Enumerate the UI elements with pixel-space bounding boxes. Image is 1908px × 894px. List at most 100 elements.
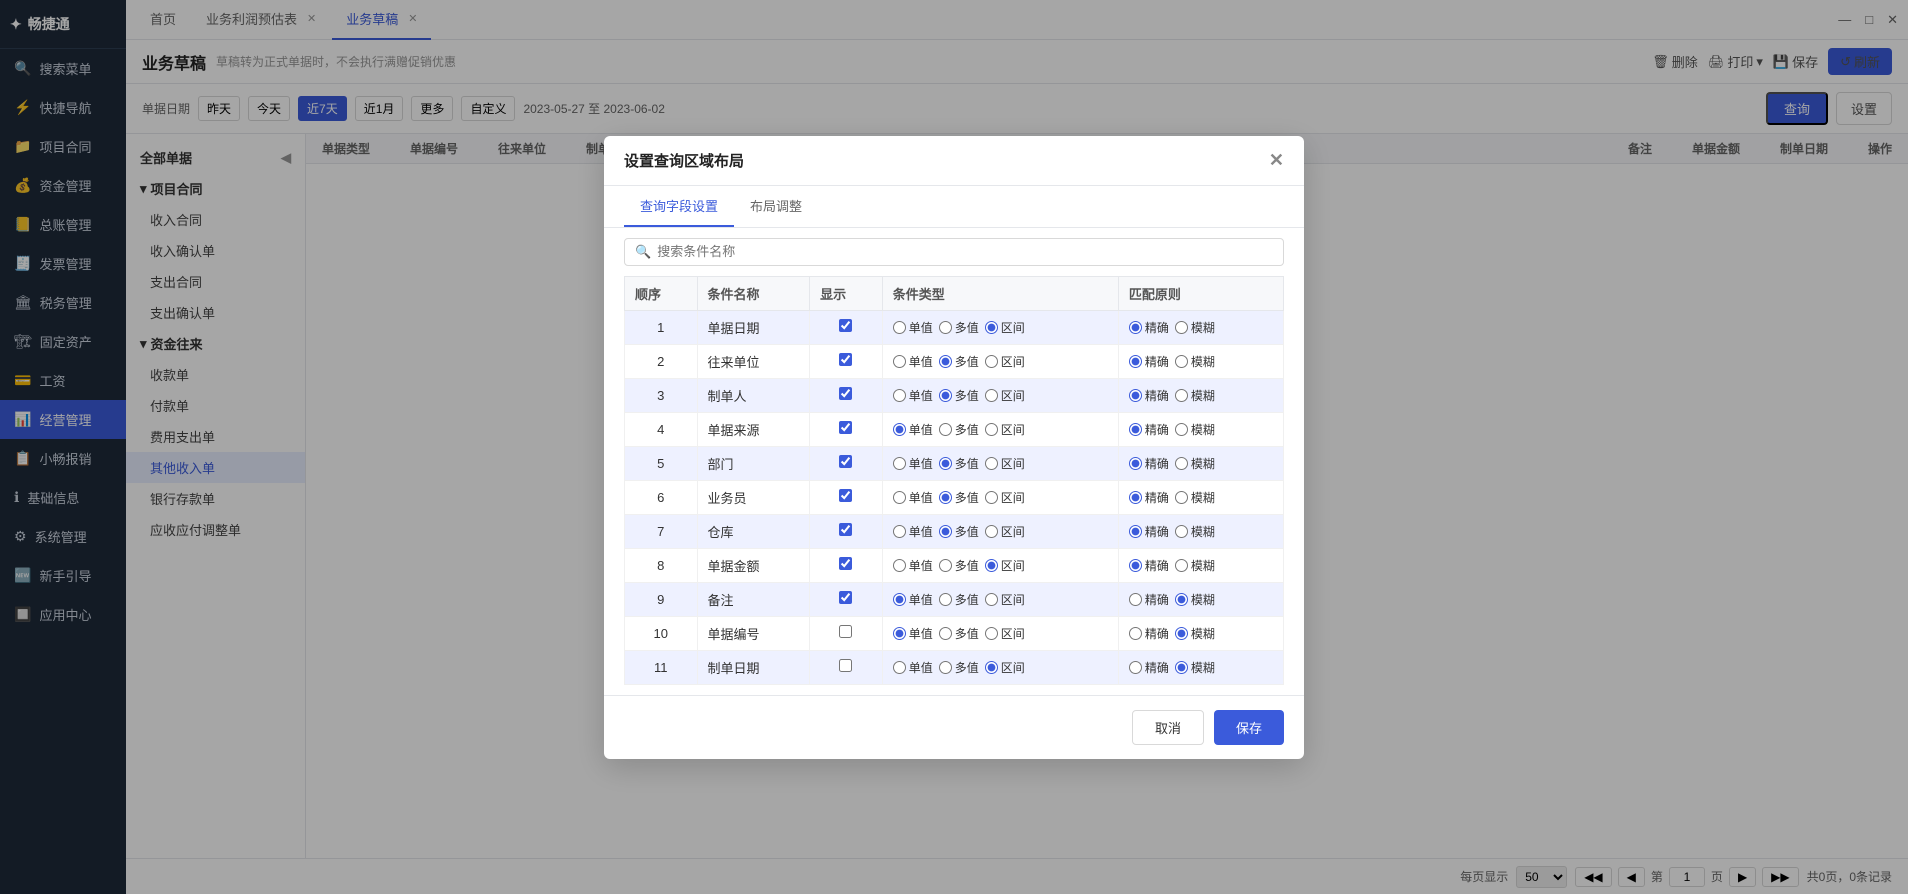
type-radio-multi[interactable]: 多值 [939,455,979,472]
type-radio-input-single[interactable] [893,355,906,368]
type-radio-multi[interactable]: 多值 [939,353,979,370]
match-radio-input-precise[interactable] [1129,423,1142,436]
type-radio-input-multi[interactable] [939,525,952,538]
match-radio-precise[interactable]: 精确 [1129,387,1169,404]
type-radio-multi[interactable]: 多值 [939,557,979,574]
type-radio-range[interactable]: 区间 [985,319,1025,336]
type-radio-single[interactable]: 单值 [893,489,933,506]
show-checkbox[interactable] [839,557,852,570]
type-radio-input-single[interactable] [893,423,906,436]
type-radio-range[interactable]: 区间 [985,489,1025,506]
match-radio-precise[interactable]: 精确 [1129,319,1169,336]
show-checkbox[interactable] [839,659,852,672]
type-radio-single[interactable]: 单值 [893,557,933,574]
type-radio-multi[interactable]: 多值 [939,659,979,676]
match-radio-input-precise[interactable] [1129,559,1142,572]
type-radio-multi[interactable]: 多值 [939,625,979,642]
match-radio-input-fuzzy[interactable] [1175,423,1188,436]
match-radio-fuzzy[interactable]: 模糊 [1175,659,1215,676]
type-radio-range[interactable]: 区间 [985,625,1025,642]
type-radio-range[interactable]: 区间 [985,421,1025,438]
match-radio-fuzzy[interactable]: 模糊 [1175,625,1215,642]
dialog-tab-query-fields[interactable]: 查询字段设置 [624,186,734,227]
type-radio-single[interactable]: 单值 [893,659,933,676]
match-radio-input-fuzzy[interactable] [1175,559,1188,572]
type-radio-input-single[interactable] [893,661,906,674]
type-radio-input-single[interactable] [893,593,906,606]
type-radio-input-multi[interactable] [939,423,952,436]
match-radio-input-precise[interactable] [1129,321,1142,334]
type-radio-input-range[interactable] [985,355,998,368]
match-radio-input-fuzzy[interactable] [1175,355,1188,368]
show-checkbox[interactable] [839,523,852,536]
match-radio-input-fuzzy[interactable] [1175,627,1188,640]
match-radio-input-precise[interactable] [1129,389,1142,402]
match-radio-fuzzy[interactable]: 模糊 [1175,421,1215,438]
type-radio-input-range[interactable] [985,423,998,436]
type-radio-range[interactable]: 区间 [985,353,1025,370]
type-radio-input-single[interactable] [893,321,906,334]
type-radio-input-range[interactable] [985,389,998,402]
type-radio-input-single[interactable] [893,525,906,538]
match-radio-input-fuzzy[interactable] [1175,321,1188,334]
type-radio-single[interactable]: 单值 [893,625,933,642]
type-radio-single[interactable]: 单值 [893,319,933,336]
condition-search-input[interactable] [657,244,1273,259]
type-radio-input-multi[interactable] [939,627,952,640]
match-radio-input-fuzzy[interactable] [1175,525,1188,538]
match-radio-fuzzy[interactable]: 模糊 [1175,557,1215,574]
match-radio-fuzzy[interactable]: 模糊 [1175,319,1215,336]
show-checkbox[interactable] [839,625,852,638]
type-radio-range[interactable]: 区间 [985,557,1025,574]
show-checkbox[interactable] [839,421,852,434]
type-radio-single[interactable]: 单值 [893,387,933,404]
type-radio-input-multi[interactable] [939,491,952,504]
type-radio-input-multi[interactable] [939,593,952,606]
match-radio-input-precise[interactable] [1129,491,1142,504]
match-radio-input-fuzzy[interactable] [1175,457,1188,470]
show-checkbox[interactable] [839,319,852,332]
type-radio-multi[interactable]: 多值 [939,387,979,404]
match-radio-input-fuzzy[interactable] [1175,661,1188,674]
type-radio-input-range[interactable] [985,559,998,572]
type-radio-single[interactable]: 单值 [893,353,933,370]
type-radio-input-multi[interactable] [939,321,952,334]
match-radio-precise[interactable]: 精确 [1129,659,1169,676]
type-radio-range[interactable]: 区间 [985,455,1025,472]
match-radio-fuzzy[interactable]: 模糊 [1175,591,1215,608]
type-radio-single[interactable]: 单值 [893,421,933,438]
type-radio-input-range[interactable] [985,321,998,334]
type-radio-input-single[interactable] [893,627,906,640]
type-radio-input-multi[interactable] [939,355,952,368]
type-radio-input-range[interactable] [985,491,998,504]
show-checkbox[interactable] [839,489,852,502]
type-radio-input-single[interactable] [893,559,906,572]
show-checkbox[interactable] [839,591,852,604]
type-radio-input-single[interactable] [893,457,906,470]
match-radio-precise[interactable]: 精确 [1129,421,1169,438]
match-radio-input-precise[interactable] [1129,457,1142,470]
type-radio-input-range[interactable] [985,627,998,640]
type-radio-multi[interactable]: 多值 [939,421,979,438]
type-radio-input-multi[interactable] [939,559,952,572]
match-radio-precise[interactable]: 精确 [1129,489,1169,506]
show-checkbox[interactable] [839,353,852,366]
type-radio-range[interactable]: 区间 [985,387,1025,404]
match-radio-input-precise[interactable] [1129,355,1142,368]
match-radio-precise[interactable]: 精确 [1129,455,1169,472]
type-radio-input-multi[interactable] [939,389,952,402]
dialog-tab-layout[interactable]: 布局调整 [734,186,818,227]
match-radio-fuzzy[interactable]: 模糊 [1175,353,1215,370]
match-radio-input-precise[interactable] [1129,593,1142,606]
type-radio-input-multi[interactable] [939,457,952,470]
type-radio-input-multi[interactable] [939,661,952,674]
type-radio-multi[interactable]: 多值 [939,319,979,336]
dialog-close-btn[interactable]: ✕ [1269,150,1284,171]
type-radio-single[interactable]: 单值 [893,591,933,608]
match-radio-input-fuzzy[interactable] [1175,389,1188,402]
match-radio-input-precise[interactable] [1129,661,1142,674]
match-radio-fuzzy[interactable]: 模糊 [1175,489,1215,506]
match-radio-input-precise[interactable] [1129,525,1142,538]
type-radio-input-single[interactable] [893,389,906,402]
match-radio-fuzzy[interactable]: 模糊 [1175,523,1215,540]
